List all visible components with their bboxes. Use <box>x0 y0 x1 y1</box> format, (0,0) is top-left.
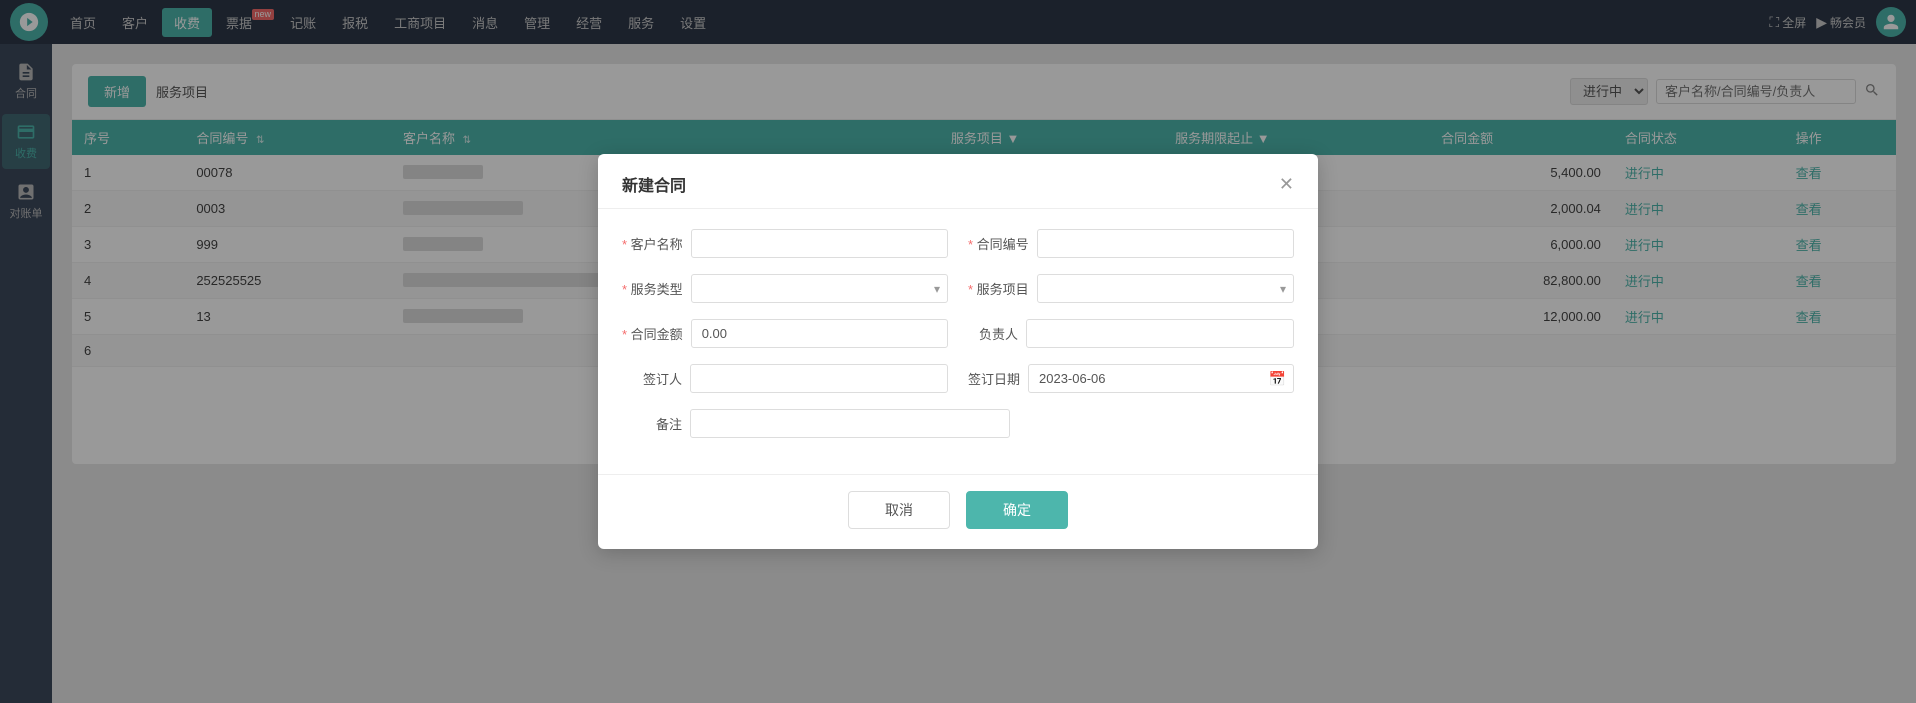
confirm-button[interactable]: 确定 <box>966 491 1068 529</box>
label-amount: 合同金额 <box>622 324 683 343</box>
modal-footer: 取消 确定 <box>598 474 1318 549</box>
form-row-1: 客户名称 合同编号 <box>622 229 1294 258</box>
modal-close-button[interactable]: ✕ <box>1279 175 1294 193</box>
input-contract-no[interactable] <box>1037 229 1294 258</box>
form-row-5: 备注 <box>622 409 1294 438</box>
form-group-service-item: 服务项目 <box>968 274 1294 303</box>
select-service-type[interactable] <box>691 274 948 303</box>
label-service-item: 服务项目 <box>968 279 1029 298</box>
select-wrapper-service-type <box>691 274 948 303</box>
modal-header: 新建合同 ✕ <box>598 154 1318 209</box>
input-amount[interactable] <box>691 319 948 348</box>
new-contract-modal: 新建合同 ✕ 客户名称 合同编号 服务类型 <box>598 154 1318 549</box>
modal-title: 新建合同 <box>622 172 686 196</box>
input-remark[interactable] <box>690 409 1010 438</box>
form-group-contract-no: 合同编号 <box>968 229 1294 258</box>
form-group-sign-date: 签订日期 📅 <box>968 364 1294 393</box>
label-remark: 备注 <box>622 414 682 433</box>
form-row-2: 服务类型 服务项目 <box>622 274 1294 303</box>
form-group-signer: 签订人 <box>622 364 948 393</box>
modal-overlay[interactable]: 新建合同 ✕ 客户名称 合同编号 服务类型 <box>0 0 1916 703</box>
form-row-3: 合同金额 负责人 <box>622 319 1294 348</box>
label-responsible: 负责人 <box>968 324 1018 343</box>
input-signer[interactable] <box>690 364 948 393</box>
label-signer: 签订人 <box>622 369 682 388</box>
select-service-item[interactable] <box>1037 274 1294 303</box>
calendar-icon[interactable]: 📅 <box>1269 370 1286 387</box>
input-customer-name[interactable] <box>691 229 948 258</box>
form-group-service-type: 服务类型 <box>622 274 948 303</box>
select-wrapper-service-item <box>1037 274 1294 303</box>
form-group-amount: 合同金额 <box>622 319 948 348</box>
form-group-responsible: 负责人 <box>968 319 1294 348</box>
form-group-remark: 备注 <box>622 409 1294 438</box>
label-sign-date: 签订日期 <box>968 369 1020 388</box>
label-service-type: 服务类型 <box>622 279 683 298</box>
form-row-4: 签订人 签订日期 📅 <box>622 364 1294 393</box>
label-contract-no: 合同编号 <box>968 234 1029 253</box>
date-wrapper-sign-date: 📅 <box>1028 364 1294 393</box>
modal-body: 客户名称 合同编号 服务类型 <box>598 209 1318 474</box>
cancel-button[interactable]: 取消 <box>848 491 950 529</box>
form-group-customer: 客户名称 <box>622 229 948 258</box>
input-responsible[interactable] <box>1026 319 1294 348</box>
label-customer-name: 客户名称 <box>622 234 683 253</box>
input-sign-date[interactable] <box>1028 364 1294 393</box>
